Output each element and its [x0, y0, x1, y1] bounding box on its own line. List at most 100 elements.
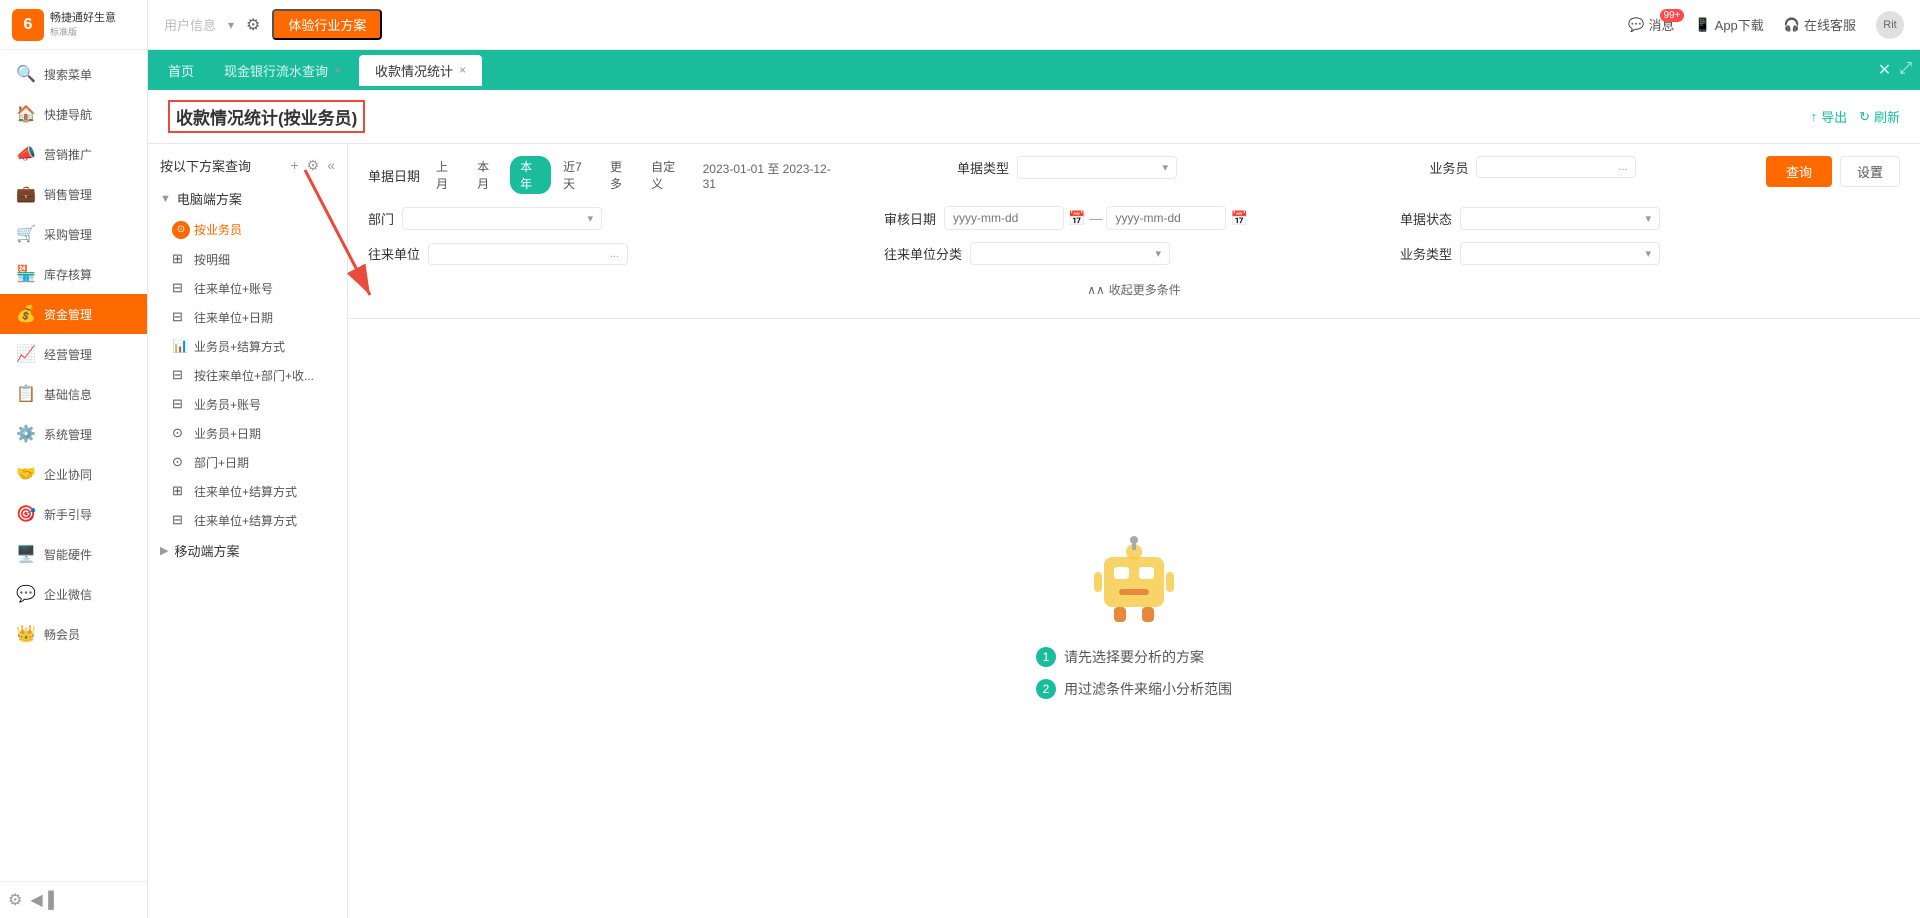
doc-status-arrow-icon: ▾ [1645, 212, 1651, 225]
purchase-icon: 🛒 [16, 224, 34, 244]
pc-scheme-label: 电脑端方案 [177, 189, 242, 208]
scheme-item-salesperson-settlement[interactable]: 📊 业务员+结算方式 [148, 332, 347, 361]
top-header: 用户信息 ▾ ⚙ 体验行业方案 💬 消息 99+ 📱 App下载 🎧 在线客服 [148, 0, 1920, 50]
doc-type-arrow-icon: ▾ [1162, 161, 1168, 174]
pc-scheme-group-header[interactable]: ▼ 电脑端方案 [148, 183, 347, 214]
sidebar-item-base[interactable]: 📋 基础信息 [0, 374, 147, 414]
collapse-filters-button[interactable]: ∧∧ 收起更多条件 [368, 273, 1900, 306]
refresh-button[interactable]: ↻ 刷新 [1859, 107, 1900, 126]
unit-settlement1-icon: ⊞ [172, 483, 188, 499]
user-avatar[interactable]: Rit [1876, 11, 1904, 39]
mobile-scheme-group: ▶ 移动端方案 [148, 535, 347, 566]
empty-robot-icon [1084, 527, 1184, 627]
sidebar-item-enterprise[interactable]: 🤝 企业协同 [0, 454, 147, 494]
scheme-item-dept-date[interactable]: ⊙ 部门+日期 [148, 448, 347, 477]
logo-text: 畅捷通好生意 [50, 11, 116, 25]
sidebar-item-purchase[interactable]: 🛒 采购管理 [0, 214, 147, 254]
scheme-item-unit-account[interactable]: ⊟ 往来单位+账号 [148, 274, 347, 303]
collapse-panel-icon[interactable]: « [327, 157, 335, 174]
logo-badge: 标准版 [50, 25, 116, 38]
sidebar-item-inventory[interactable]: 🏪 库存核算 [0, 254, 147, 294]
sidebar-item-wechat[interactable]: 💬 企业微信 [0, 574, 147, 614]
messages-button[interactable]: 💬 消息 99+ [1628, 15, 1674, 34]
base-icon: 📋 [16, 384, 34, 404]
date-btn-more[interactable]: 更多 [602, 156, 639, 194]
doc-type-select[interactable]: ▾ [1017, 156, 1177, 179]
tab-close-icon[interactable]: × [334, 63, 341, 77]
date-btn-this-month[interactable]: 本月 [469, 156, 506, 194]
business-type-arrow-icon: ▾ [1645, 247, 1651, 260]
unit-settlement2-icon: ⊟ [172, 512, 188, 528]
salesperson-settlement-icon: 📊 [172, 338, 188, 354]
salesperson-label: 业务员 [1429, 158, 1468, 177]
scheme-item-salesperson-date[interactable]: ⊙ 业务员+日期 [148, 419, 347, 448]
service-icon: 🎧 [1784, 17, 1800, 33]
pc-scheme-group: ▼ 电脑端方案 ⊙ 按业务员 ⊞ 按明细 [148, 183, 347, 535]
scheme-settings-icon[interactable]: ⚙ [307, 157, 320, 174]
app-download-button[interactable]: 📱 App下载 [1694, 15, 1763, 34]
main-content: 用户信息 ▾ ⚙ 体验行业方案 💬 消息 99+ 📱 App下载 🎧 在线客服 [148, 0, 1920, 918]
sidebar-item-sales[interactable]: 💼 销售管理 [0, 174, 147, 214]
query-button[interactable]: 查询 [1766, 156, 1832, 187]
sidebar-item-member[interactable]: 👑 畅会员 [0, 614, 147, 654]
date-btn-custom[interactable]: 自定义 [643, 156, 691, 194]
maximize-icon[interactable]: ⤢ [1899, 60, 1912, 80]
sidebar-item-guide[interactable]: 🎯 新手引导 [0, 494, 147, 534]
business-type-label: 业务类型 [1400, 244, 1452, 263]
settings-bottom-icon[interactable]: ⚙ [8, 890, 22, 910]
sidebar: 6 畅捷通好生意 标准版 🔍 搜索菜单 🏠 快捷导航 📣 营销推广 💼 销售管理 [0, 0, 148, 918]
tab-bank-flow[interactable]: 现金银行流水查询 × [208, 55, 357, 86]
close-window-icon[interactable]: ✕ [1878, 60, 1891, 80]
doc-status-label: 单据状态 [1400, 209, 1452, 228]
sidebar-item-search[interactable]: 🔍 搜索菜单 [0, 54, 147, 94]
content-area: 按以下方案查询 + ⚙ « ▼ 电脑端方案 [148, 144, 1920, 918]
scheme-item-salesperson-account[interactable]: ⊟ 业务员+账号 [148, 390, 347, 419]
counterpart-category-select[interactable]: ▾ [970, 242, 1170, 265]
filter-area: 单据日期 上月 本月 本年 近7天 更多 自定义 [348, 144, 1920, 319]
date-btn-7days[interactable]: 近7天 [555, 156, 598, 194]
salesperson-select[interactable]: ... [1476, 156, 1636, 178]
sidebar-item-system[interactable]: ⚙️ 系统管理 [0, 414, 147, 454]
doc-status-select[interactable]: ▾ [1460, 207, 1660, 230]
date-btn-last-month[interactable]: 上月 [428, 156, 465, 194]
sidebar-item-operation[interactable]: 📈 经营管理 [0, 334, 147, 374]
dept-select[interactable]: ▾ [402, 207, 602, 230]
header-settings-icon[interactable]: ⚙ [246, 15, 260, 35]
tab-close-active-icon[interactable]: × [459, 63, 466, 77]
sales-icon: 💼 [16, 184, 34, 204]
sidebar-item-quicknav[interactable]: 🏠 快捷导航 [0, 94, 147, 134]
scheme-item-unit-settlement1[interactable]: ⊞ 往来单位+结算方式 [148, 477, 347, 506]
sidebar-item-hardware[interactable]: 🖥️ 智能硬件 [0, 534, 147, 574]
scheme-item-unit-dept[interactable]: ⊟ 按往来单位+部门+收... [148, 361, 347, 390]
calendar-from-icon[interactable]: 📅 [1068, 210, 1085, 227]
business-type-select[interactable]: ▾ [1460, 242, 1660, 265]
calendar-to-icon[interactable]: 📅 [1230, 210, 1247, 227]
counterpart-select[interactable]: ... [428, 243, 628, 265]
operation-icon: 📈 [16, 344, 34, 364]
scheme-item-detail[interactable]: ⊞ 按明细 [148, 245, 347, 274]
collapse-sidebar-icon[interactable]: ◀▐ [30, 890, 54, 910]
tab-receipt-stats[interactable]: 收款情况统计 × [359, 55, 482, 86]
sidebar-item-marketing[interactable]: 📣 营销推广 [0, 134, 147, 174]
export-button[interactable]: ↑ 导出 [1811, 107, 1848, 126]
tab-bar: 首页 现金银行流水查询 × 收款情况统计 × ✕ ⤢ [148, 50, 1920, 90]
settings-button[interactable]: 设置 [1840, 156, 1900, 187]
sidebar-item-finance[interactable]: 💰 资金管理 [0, 294, 147, 334]
mobile-scheme-group-header[interactable]: ▶ 移动端方案 [148, 535, 347, 566]
sidebar-bottom: ⚙ ◀▐ [0, 881, 147, 918]
review-date-from-input[interactable] [944, 206, 1064, 230]
tab-home[interactable]: 首页 [156, 55, 206, 86]
add-scheme-icon[interactable]: + [290, 157, 298, 174]
scheme-item-unit-settlement2[interactable]: ⊟ 往来单位+结算方式 [148, 506, 347, 535]
counterpart-category-arrow-icon: ▾ [1155, 247, 1161, 260]
unit-account-icon: ⊟ [172, 280, 188, 296]
inventory-icon: 🏪 [16, 264, 34, 284]
salesperson-account-icon: ⊟ [172, 396, 188, 412]
scheme-item-salesperson[interactable]: ⊙ 按业务员 [148, 214, 347, 245]
scheme-item-unit-date[interactable]: ⊟ 往来单位+日期 [148, 303, 347, 332]
review-date-to-input[interactable] [1106, 206, 1226, 230]
online-service-button[interactable]: 🎧 在线客服 [1784, 15, 1856, 34]
step-2-number: 2 [1036, 679, 1056, 699]
date-btn-this-year[interactable]: 本年 [510, 156, 551, 194]
promo-button[interactable]: 体验行业方案 [272, 9, 382, 40]
